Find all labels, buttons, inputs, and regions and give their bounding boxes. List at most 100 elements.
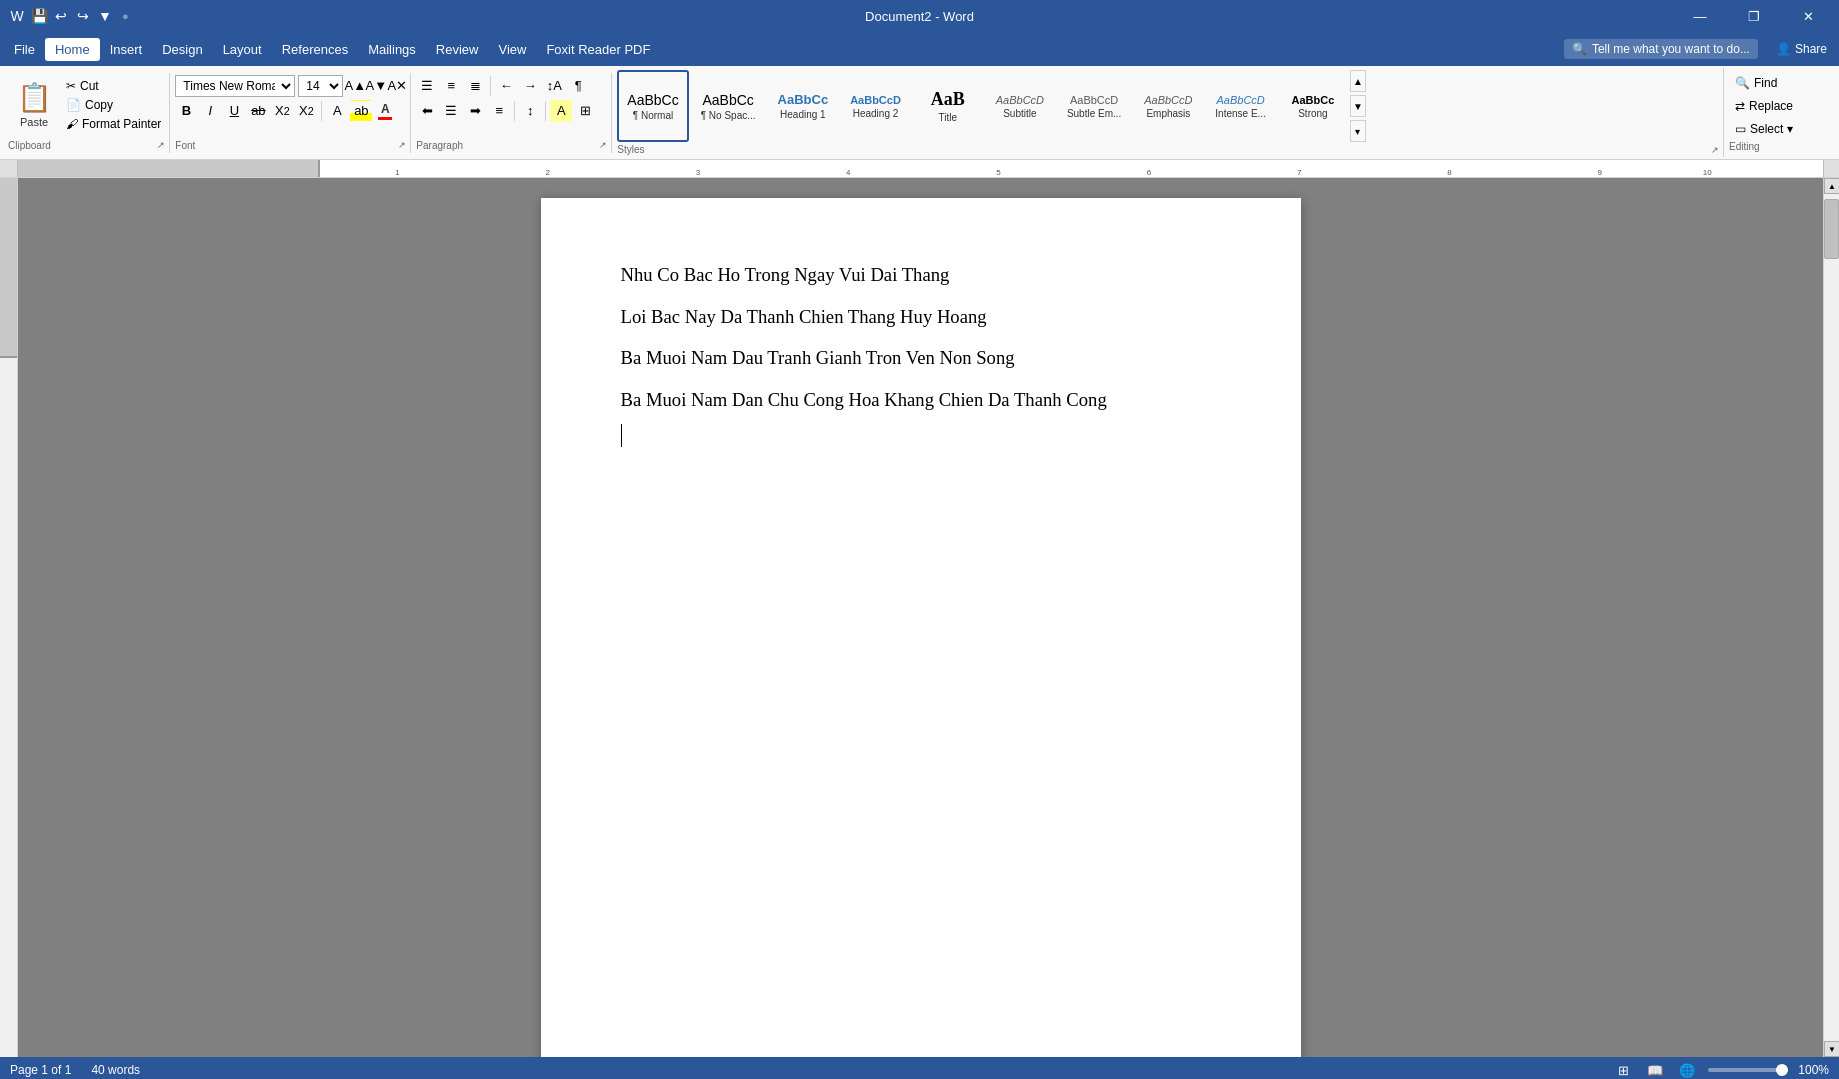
menu-item-review[interactable]: Review: [426, 38, 489, 61]
sort-button[interactable]: ↕A: [543, 75, 565, 97]
align-left-button[interactable]: ⬅: [416, 100, 438, 122]
menu-item-home[interactable]: Home: [45, 38, 100, 61]
print-layout-button[interactable]: ⊞: [1612, 1059, 1634, 1079]
sep2: [514, 101, 515, 121]
format-painter-label: Format Painter: [82, 117, 161, 131]
editing-group: 🔍 Find ⇄ Replace ▭ Select ▾ Editing: [1725, 71, 1835, 154]
find-button[interactable]: 🔍 Find: [1729, 73, 1829, 93]
shading-button[interactable]: A: [550, 100, 572, 122]
document-area[interactable]: Nhu Co Bac Ho Trong Ngay Vui Dai Thang L…: [18, 178, 1823, 1057]
style-subtitle[interactable]: AaBbCcD Subtitle: [985, 70, 1055, 142]
font-expand-icon[interactable]: ↗: [398, 140, 406, 150]
font-grow-button[interactable]: A▲: [346, 75, 364, 97]
multilevel-list-button[interactable]: ≣: [464, 75, 486, 97]
format-painter-button[interactable]: 🖌 Format Painter: [62, 115, 165, 133]
bold-button[interactable]: B: [175, 100, 197, 122]
font-family-select[interactable]: Times New Roman Arial Calibri: [175, 75, 295, 97]
style-intense-emphasis[interactable]: AaBbCcD Intense E...: [1205, 70, 1276, 142]
style-no-spacing[interactable]: AaBbCc ¶ No Spac...: [691, 70, 766, 142]
tell-me-search[interactable]: 🔍 Tell me what you want to do...: [1564, 39, 1758, 59]
styles-scroll-up[interactable]: ▲: [1350, 70, 1366, 92]
menu-item-design[interactable]: Design: [152, 38, 212, 61]
strikethrough-button[interactable]: ab: [247, 100, 269, 122]
word-count: 40 words: [91, 1063, 140, 1077]
font-size-select[interactable]: 14 10 11 12 16 18: [298, 75, 343, 97]
font-color-button[interactable]: A: [374, 100, 396, 122]
menu-item-foxit[interactable]: Foxit Reader PDF: [536, 38, 660, 61]
style-emphasis-label: Emphasis: [1146, 108, 1190, 119]
share-button[interactable]: 👤 Share: [1768, 39, 1835, 59]
borders-button[interactable]: ⊞: [574, 100, 596, 122]
clear-formatting-button[interactable]: A✕: [388, 75, 406, 97]
style-normal[interactable]: AaBbCc ¶ Normal: [617, 70, 688, 142]
customize-quick-access-icon[interactable]: ▼: [96, 7, 114, 25]
italic-button[interactable]: I: [199, 100, 221, 122]
underline-button[interactable]: U: [223, 100, 245, 122]
increase-indent-button[interactable]: →: [519, 75, 541, 97]
style-heading1[interactable]: AaBbCc Heading 1: [768, 70, 839, 142]
restore-button[interactable]: ❐: [1731, 0, 1777, 32]
scroll-down-button[interactable]: ▼: [1824, 1041, 1839, 1057]
style-subtle-emphasis[interactable]: AaBbCcD Subtle Em...: [1057, 70, 1131, 142]
clipboard-expand-icon[interactable]: ↗: [157, 140, 165, 150]
paragraph-expand-icon[interactable]: ↗: [599, 140, 607, 150]
numbering-button[interactable]: ≡: [440, 75, 462, 97]
close-button[interactable]: ✕: [1785, 0, 1831, 32]
styles-expand[interactable]: ▾: [1350, 120, 1366, 142]
share-icon: 👤: [1776, 42, 1791, 56]
sep: [490, 76, 491, 96]
replace-button[interactable]: ⇄ Replace: [1729, 96, 1829, 116]
text-highlight-button[interactable]: ab: [350, 100, 372, 122]
select-button[interactable]: ▭ Select ▾: [1729, 119, 1829, 139]
scrollbar-track[interactable]: [1824, 194, 1839, 1041]
menu-item-layout[interactable]: Layout: [213, 38, 272, 61]
zoom-thumb[interactable]: [1776, 1064, 1788, 1076]
web-layout-button[interactable]: 🌐: [1676, 1059, 1698, 1079]
superscript-button[interactable]: X2: [295, 100, 317, 122]
decrease-indent-button[interactable]: ←: [495, 75, 517, 97]
style-subtitle-preview: AaBbCcD: [996, 94, 1044, 106]
menu-item-view[interactable]: View: [488, 38, 536, 61]
paste-button[interactable]: 📋 Paste: [8, 75, 60, 135]
scrollbar-thumb[interactable]: [1824, 199, 1839, 259]
undo-icon[interactable]: ↩: [52, 7, 70, 25]
show-formatting-button[interactable]: ¶: [567, 75, 589, 97]
styles-scroll-down[interactable]: ▼: [1350, 95, 1366, 117]
cut-button[interactable]: ✂ Cut: [62, 77, 165, 95]
clipboard-buttons: 📋 Paste ✂ Cut 📄 Copy 🖌: [8, 75, 165, 135]
minimize-button[interactable]: —: [1677, 0, 1723, 32]
style-title[interactable]: AaB Title: [913, 70, 983, 142]
save-icon[interactable]: 💾: [30, 7, 48, 25]
page[interactable]: Nhu Co Bac Ho Trong Ngay Vui Dai Thang L…: [541, 198, 1301, 1057]
style-heading2[interactable]: AaBbCcD Heading 2: [840, 70, 911, 142]
align-right-button[interactable]: ➡: [464, 100, 486, 122]
align-center-button[interactable]: ☰: [440, 100, 462, 122]
style-heading2-preview: AaBbCcD: [850, 94, 901, 106]
justify-button[interactable]: ≡: [488, 100, 510, 122]
document-content[interactable]: Nhu Co Bac Ho Trong Ngay Vui Dai Thang L…: [621, 258, 1221, 447]
zoom-slider[interactable]: [1708, 1068, 1788, 1072]
read-mode-button[interactable]: 📖: [1644, 1059, 1666, 1079]
format-painter-icon: 🖌: [66, 117, 78, 131]
styles-expand-icon[interactable]: ↗: [1711, 145, 1719, 155]
menu-item-insert[interactable]: Insert: [100, 38, 153, 61]
menu-item-mailings[interactable]: Mailings: [358, 38, 426, 61]
style-no-spacing-preview: AaBbCc: [702, 92, 753, 108]
menu-item-references[interactable]: References: [272, 38, 358, 61]
style-emphasis[interactable]: AaBbCcD Emphasis: [1133, 70, 1203, 142]
style-strong[interactable]: AaBbCc Strong: [1278, 70, 1348, 142]
cursor-line[interactable]: [621, 424, 1221, 446]
menu-item-file[interactable]: File: [4, 38, 45, 61]
subscript-button[interactable]: X2: [271, 100, 293, 122]
line-spacing-button[interactable]: ↕: [519, 100, 541, 122]
text-effects-button[interactable]: A: [326, 100, 348, 122]
font-shrink-button[interactable]: A▼: [367, 75, 385, 97]
vertical-scrollbar[interactable]: ▲ ▼: [1823, 178, 1839, 1057]
copy-button[interactable]: 📄 Copy: [62, 96, 165, 114]
font-color-bar: [378, 117, 392, 120]
bullets-button[interactable]: ☰: [416, 75, 438, 97]
redo-icon[interactable]: ↪: [74, 7, 92, 25]
scroll-up-button[interactable]: ▲: [1824, 178, 1839, 194]
clipboard-secondary: ✂ Cut 📄 Copy 🖌 Format Painter: [62, 75, 165, 135]
doc-line-2: Loi Bac Nay Da Thanh Chien Thang Huy Hoa…: [621, 300, 1221, 334]
